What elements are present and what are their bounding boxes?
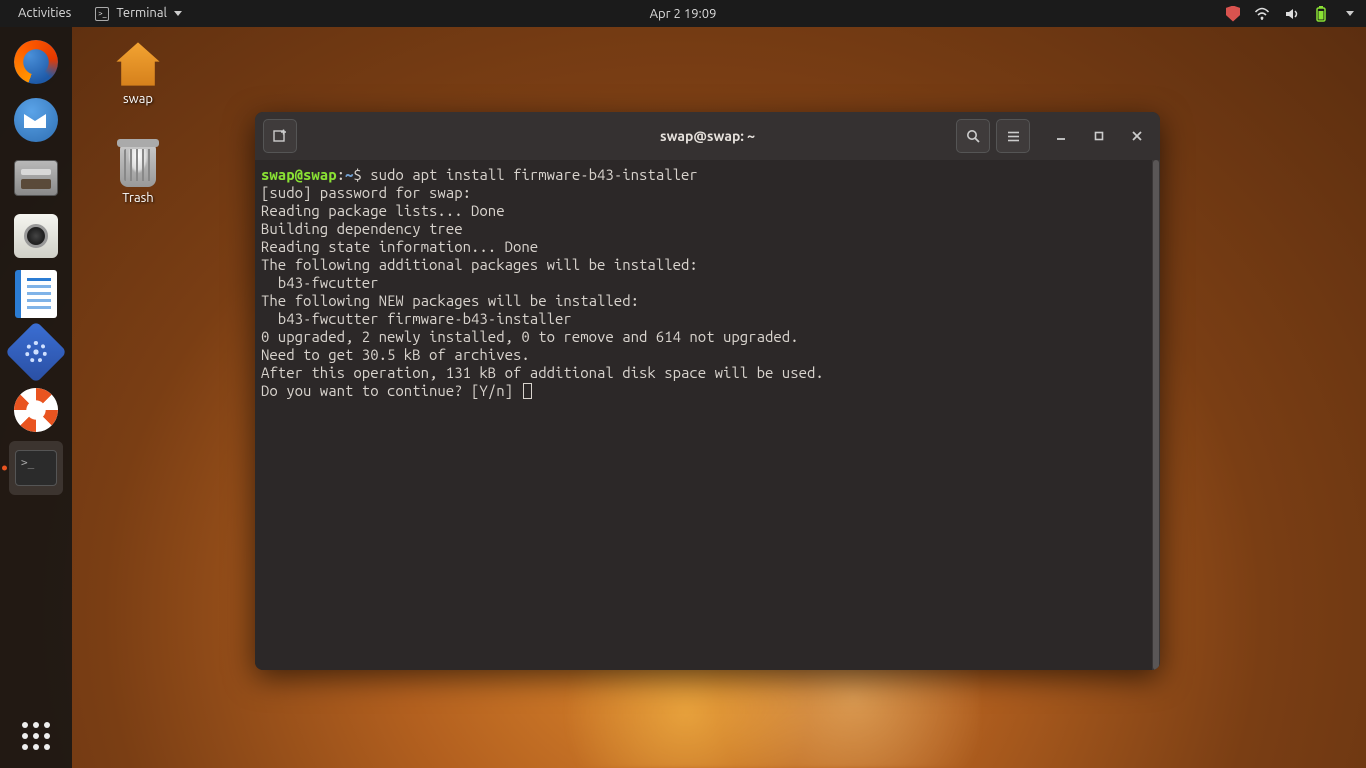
chevron-down-icon	[174, 11, 182, 16]
desktop-trash[interactable]: Trash	[98, 145, 178, 205]
document-icon	[15, 270, 57, 318]
terminal-icon: >_	[95, 7, 109, 21]
desktop-icon-label: Trash	[98, 191, 178, 205]
close-button[interactable]	[1122, 121, 1152, 151]
search-button[interactable]	[956, 119, 990, 153]
top-bar: Activities >_ Terminal Apr 2 19:09	[0, 0, 1366, 27]
hamburger-menu-button[interactable]	[996, 119, 1030, 153]
security-shield-icon[interactable]	[1226, 6, 1240, 22]
gear-icon	[5, 321, 67, 383]
thunderbird-icon	[14, 98, 58, 142]
show-applications-button[interactable]	[22, 722, 50, 750]
clock[interactable]: Apr 2 19:09	[642, 3, 725, 25]
system-menu-chevron-icon[interactable]	[1346, 11, 1354, 16]
dock-settings[interactable]	[9, 325, 63, 379]
app-menu[interactable]: >_ Terminal	[87, 2, 190, 25]
terminal-window: swap@swap: ~ swap@swap:~$ sudo apt ins	[255, 112, 1160, 670]
dock-writer[interactable]	[9, 267, 63, 321]
dock: >_	[0, 27, 72, 768]
home-folder-icon	[114, 40, 162, 88]
window-title: swap@swap: ~	[660, 128, 755, 144]
firefox-icon	[14, 40, 58, 84]
app-menu-label: Terminal	[116, 6, 167, 20]
files-icon	[14, 160, 58, 196]
terminal-output[interactable]: swap@swap:~$ sudo apt install firmware-b…	[255, 160, 1152, 670]
desktop-icon-label: swap	[98, 92, 178, 106]
maximize-button[interactable]	[1084, 121, 1114, 151]
trash-icon	[120, 145, 156, 187]
dock-firefox[interactable]	[9, 35, 63, 89]
dock-help[interactable]	[9, 383, 63, 437]
lifebuoy-icon	[14, 388, 58, 432]
desktop-home-folder[interactable]: swap	[98, 40, 178, 106]
minimize-button[interactable]	[1046, 121, 1076, 151]
scrollbar-thumb[interactable]	[1153, 160, 1159, 670]
dock-terminal[interactable]: >_	[9, 441, 63, 495]
new-tab-button[interactable]	[263, 119, 297, 153]
activities-button[interactable]: Activities	[10, 2, 79, 24]
dock-thunderbird[interactable]	[9, 93, 63, 147]
battery-icon[interactable]	[1314, 5, 1328, 23]
scrollbar[interactable]	[1152, 160, 1160, 670]
dock-files[interactable]	[9, 151, 63, 205]
terminal-icon: >_	[15, 450, 57, 486]
volume-icon[interactable]	[1284, 7, 1300, 21]
titlebar[interactable]: swap@swap: ~	[255, 112, 1160, 160]
wifi-icon[interactable]	[1254, 7, 1270, 21]
dock-rhythmbox[interactable]	[9, 209, 63, 263]
speaker-icon	[14, 214, 58, 258]
